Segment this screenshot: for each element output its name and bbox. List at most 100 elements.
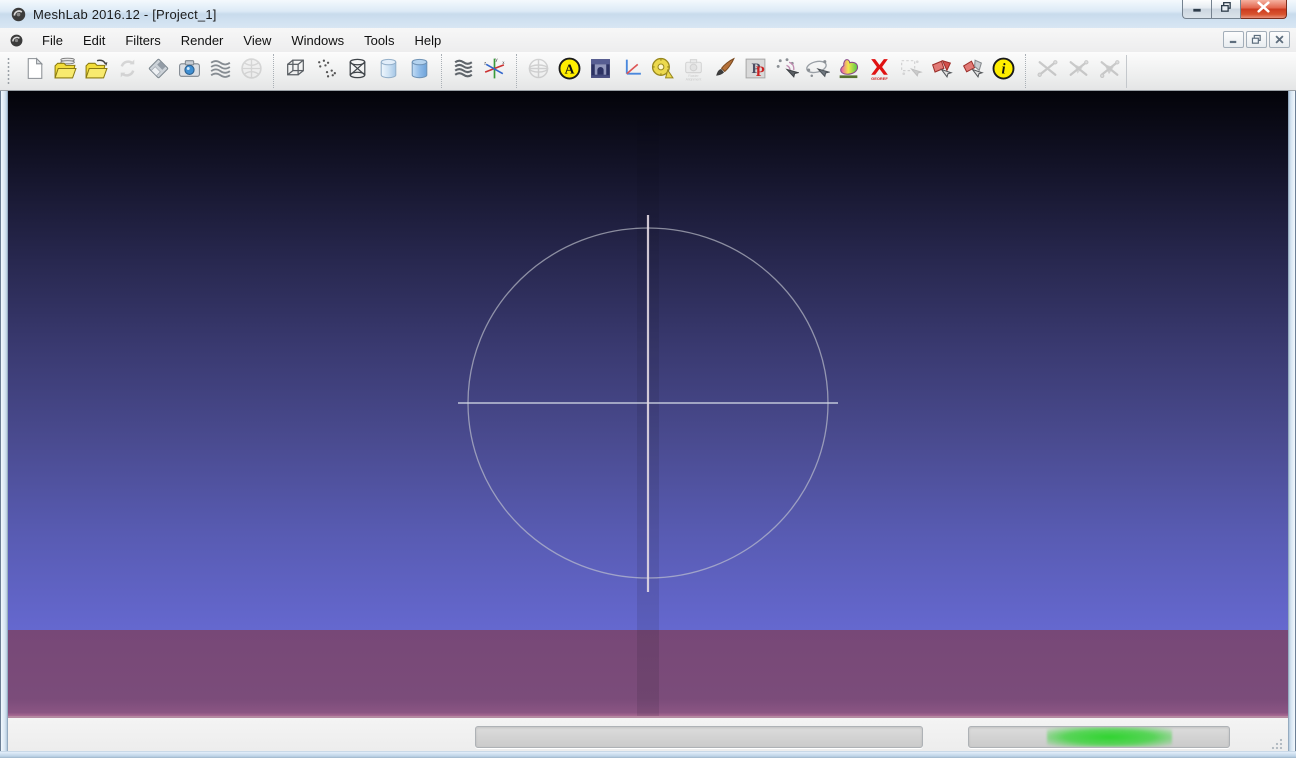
mdi-window-icon: [9, 33, 24, 48]
toolbar: yxz A RasterAlignment PP GEOREF i: [0, 52, 1296, 91]
svg-text:GEOREF: GEOREF: [871, 76, 888, 81]
mdi-close-button[interactable]: [1269, 31, 1290, 48]
new-document-button[interactable]: [19, 56, 50, 87]
fit-plane-icon: [805, 56, 830, 86]
import-mesh-button[interactable]: [81, 56, 112, 87]
paint-brush-button[interactable]: [709, 56, 740, 87]
menu-file[interactable]: File: [32, 29, 73, 52]
get-info-icon: i: [991, 56, 1016, 86]
show-layers-button[interactable]: [205, 56, 236, 87]
progress-green-fill: [1047, 727, 1172, 747]
trackball-globe-icon: [526, 56, 551, 86]
georef-icon: GEOREF: [867, 56, 892, 86]
svg-text:P: P: [756, 64, 765, 80]
snapshot-button[interactable]: [174, 56, 205, 87]
render-smooth-button[interactable]: [404, 56, 435, 87]
search-input[interactable]: [1127, 60, 1294, 84]
quality-mapper-icon: [836, 56, 861, 86]
point-picking-icon: PP: [743, 56, 768, 86]
fit-plane-button[interactable]: [802, 56, 833, 87]
open-project-button[interactable]: [50, 56, 81, 87]
toolbar-drag-handle[interactable]: [7, 57, 10, 85]
progress-bar-left: [475, 726, 923, 748]
raster-align-button: RasterAlignment: [678, 56, 709, 87]
snapshot-icon: [177, 56, 202, 86]
select-connected-icon: [960, 56, 985, 86]
menu-bar: FileEditFiltersRenderViewWindowsToolsHel…: [0, 28, 1296, 53]
close-icon: [1256, 0, 1271, 18]
render-bbox-icon: [283, 56, 308, 86]
svg-text:Alignment: Alignment: [686, 77, 702, 81]
texture-view-button[interactable]: [585, 56, 616, 87]
select-rect-icon: [898, 56, 923, 86]
web-export-icon: [239, 56, 264, 86]
point-picking-button[interactable]: PP: [740, 56, 771, 87]
maximize-icon: [1220, 0, 1232, 18]
menu-view[interactable]: View: [233, 29, 281, 52]
toolbar-group-3: yxz: [441, 54, 513, 88]
close-button[interactable]: [1241, 0, 1287, 19]
show-axis-icon: yxz: [482, 56, 507, 86]
show-layers-icon: [208, 56, 233, 86]
resize-grip[interactable]: [1270, 737, 1284, 751]
toolbar-group-1: [16, 54, 270, 88]
raster-align-icon: RasterAlignment: [681, 56, 706, 86]
trackball-gizmo: [8, 91, 1288, 716]
delete-mesh-button: [1032, 56, 1063, 87]
select-rect-button: [895, 56, 926, 87]
new-document-icon: [22, 56, 47, 86]
measure-tape-button[interactable]: [647, 56, 678, 87]
menu-help[interactable]: Help: [404, 29, 451, 52]
svg-text:A: A: [565, 61, 575, 76]
render-flat-icon: [376, 56, 401, 86]
minimize-button[interactable]: [1182, 0, 1211, 19]
layer-dialog-button[interactable]: [448, 56, 479, 87]
delete-raster-button: [1063, 56, 1094, 87]
menu-edit[interactable]: Edit: [73, 29, 115, 52]
delete-all-icon: [1097, 56, 1122, 86]
gl-viewport[interactable]: [8, 91, 1288, 716]
annotation-text-icon: A: [557, 56, 582, 86]
web-export-button: [236, 56, 267, 87]
align-points-button[interactable]: [771, 56, 802, 87]
select-faces-icon: [929, 56, 954, 86]
trackball-globe-button: [523, 56, 554, 87]
render-bbox-button[interactable]: [280, 56, 311, 87]
mdi-minimize-button[interactable]: [1223, 31, 1244, 48]
maximize-button[interactable]: [1211, 0, 1241, 19]
save-project-icon: [146, 56, 171, 86]
mdi-restore-button[interactable]: [1246, 31, 1267, 48]
menu-tools[interactable]: Tools: [354, 29, 404, 52]
delete-raster-icon: [1066, 56, 1091, 86]
menu-windows[interactable]: Windows: [281, 29, 354, 52]
annotation-text-button[interactable]: A: [554, 56, 585, 87]
select-connected-button[interactable]: [957, 56, 988, 87]
status-bar: [8, 716, 1288, 754]
select-faces-button[interactable]: [926, 56, 957, 87]
measure-tape-icon: [650, 56, 675, 86]
menu-filters[interactable]: Filters: [115, 29, 170, 52]
local-axes-icon: [619, 56, 644, 86]
render-points-button[interactable]: [311, 56, 342, 87]
reload-icon: [115, 56, 140, 86]
reload-button: [112, 56, 143, 87]
window-title: MeshLab 2016.12 - [Project_1]: [33, 7, 217, 22]
quality-mapper-button[interactable]: [833, 56, 864, 87]
show-axis-button[interactable]: yxz: [479, 56, 510, 87]
search-box: [1126, 55, 1292, 88]
toolbar-group-5: [1025, 54, 1128, 88]
menu-items: FileEditFiltersRenderViewWindowsToolsHel…: [32, 29, 451, 52]
layer-dialog-icon: [451, 56, 476, 86]
render-wireframe-button[interactable]: [342, 56, 373, 87]
paint-brush-icon: [712, 56, 737, 86]
menu-render[interactable]: Render: [171, 29, 234, 52]
mdi-window-controls: [1223, 31, 1290, 48]
render-flat-button[interactable]: [373, 56, 404, 87]
window-frame-left: [0, 91, 8, 758]
save-project-button[interactable]: [143, 56, 174, 87]
local-axes-button[interactable]: [616, 56, 647, 87]
render-points-icon: [314, 56, 339, 86]
toolbar-group-2: [273, 54, 438, 88]
get-info-button[interactable]: i: [988, 56, 1019, 87]
georef-button[interactable]: GEOREF: [864, 56, 895, 87]
